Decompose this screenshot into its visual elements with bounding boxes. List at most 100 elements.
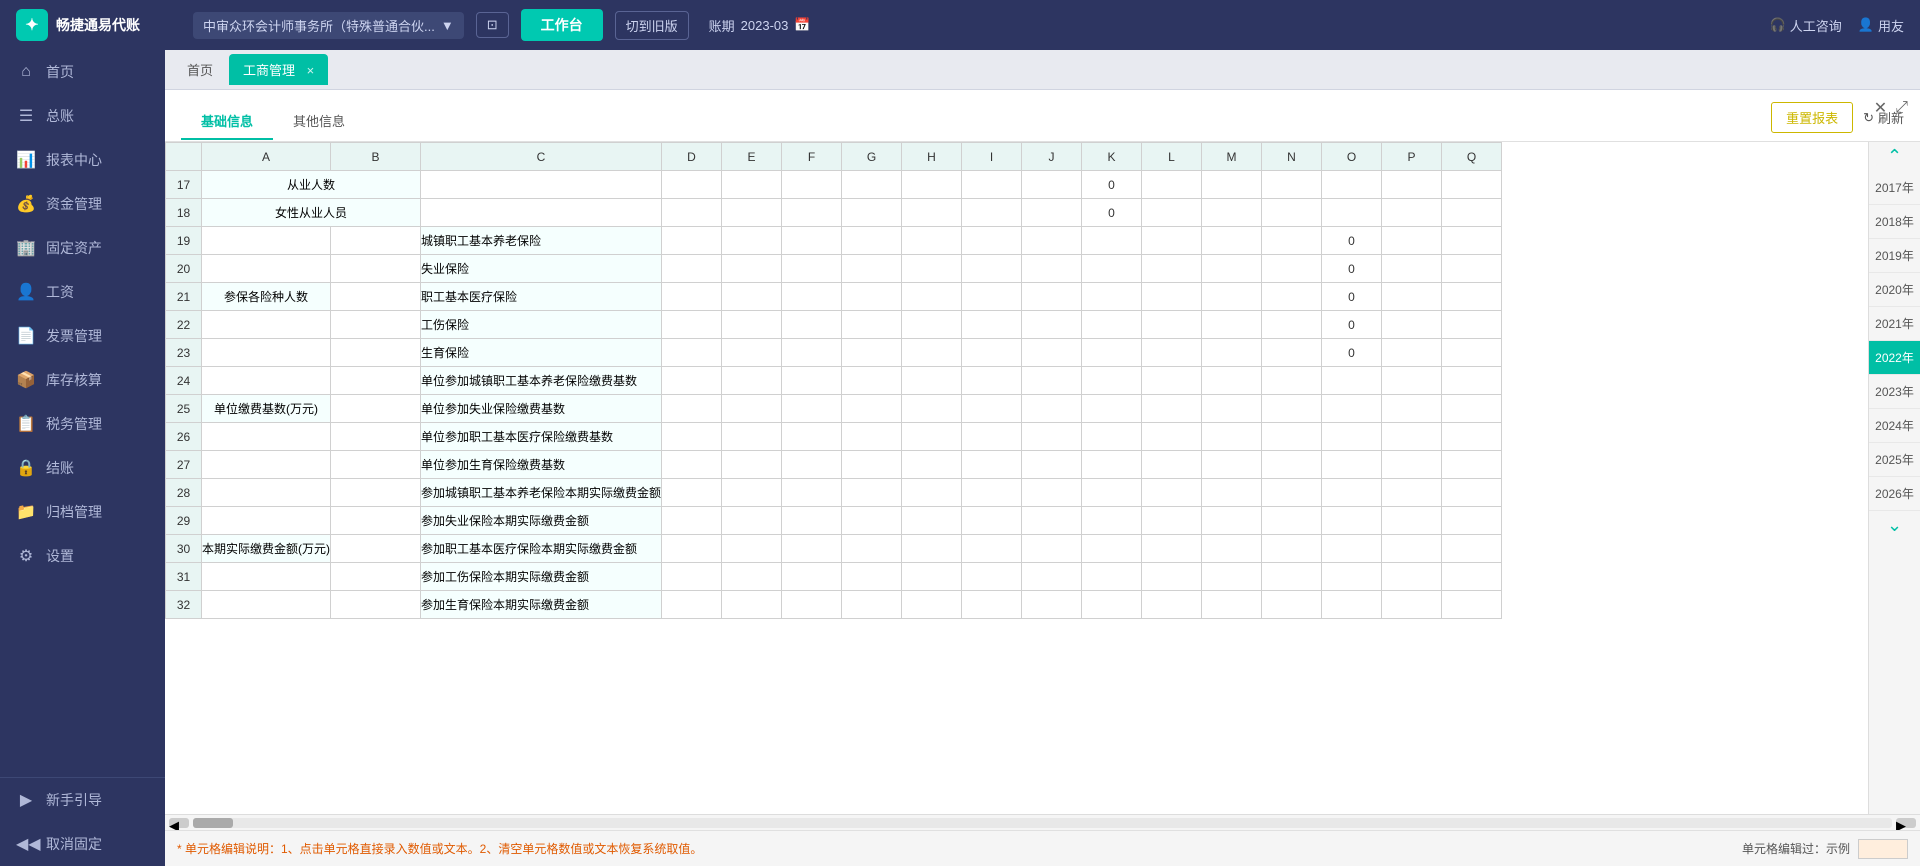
cell-29-d[interactable] — [662, 507, 722, 535]
col-header-a[interactable]: A — [202, 143, 331, 171]
cell-19-l[interactable] — [1142, 227, 1202, 255]
cell-25-d[interactable] — [662, 395, 722, 423]
year-item-2019[interactable]: 2019年 — [1869, 239, 1920, 273]
col-header-f[interactable]: F — [782, 143, 842, 171]
cell-32-p[interactable] — [1382, 591, 1442, 619]
cell-26-k[interactable] — [1082, 423, 1142, 451]
cell-25-f[interactable] — [782, 395, 842, 423]
cell-20-g[interactable] — [842, 255, 902, 283]
cell-18-o[interactable] — [1322, 199, 1382, 227]
scroll-thumb[interactable] — [193, 818, 233, 828]
cell-24-b[interactable] — [331, 367, 421, 395]
cell-22-m[interactable] — [1202, 311, 1262, 339]
cell-17-a[interactable]: 从业人数 — [202, 171, 421, 199]
cell-21-o[interactable]: 0 — [1322, 283, 1382, 311]
cell-27-i[interactable] — [962, 451, 1022, 479]
year-item-2018[interactable]: 2018年 — [1869, 205, 1920, 239]
cell-19-i[interactable] — [962, 227, 1022, 255]
scroll-left-arrow[interactable]: ◀ — [169, 818, 189, 828]
cell-23-i[interactable] — [962, 339, 1022, 367]
cell-31-m[interactable] — [1202, 563, 1262, 591]
cell-26-d[interactable] — [662, 423, 722, 451]
sub-tab-other[interactable]: 其他信息 — [273, 103, 365, 140]
cell-22-k[interactable] — [1082, 311, 1142, 339]
cell-30-p[interactable] — [1382, 535, 1442, 563]
cell-31-g[interactable] — [842, 563, 902, 591]
cell-17-n[interactable] — [1262, 171, 1322, 199]
cell-23-m[interactable] — [1202, 339, 1262, 367]
cell-17-f[interactable] — [782, 171, 842, 199]
cell-20-d[interactable] — [662, 255, 722, 283]
cell-19-h[interactable] — [902, 227, 962, 255]
cell-24-p[interactable] — [1382, 367, 1442, 395]
cell-28-m[interactable] — [1202, 479, 1262, 507]
cell-25-n[interactable] — [1262, 395, 1322, 423]
col-header-j[interactable]: J — [1022, 143, 1082, 171]
year-item-2020[interactable]: 2020年 — [1869, 273, 1920, 307]
cell-22-g[interactable] — [842, 311, 902, 339]
tab-home[interactable]: 首页 — [173, 54, 227, 85]
sidebar-item-unfix[interactable]: ◀◀ 取消固定 — [0, 822, 165, 866]
cell-31-a[interactable] — [202, 563, 331, 591]
scroll-right-arrow[interactable]: ▶ — [1896, 818, 1916, 828]
cell-17-m[interactable] — [1202, 171, 1262, 199]
year-item-2026[interactable]: 2026年 — [1869, 477, 1920, 511]
sidebar-item-settings[interactable]: ⚙ 设置 — [0, 534, 165, 578]
cell-17-i[interactable] — [962, 171, 1022, 199]
cell-25-p[interactable] — [1382, 395, 1442, 423]
cell-31-l[interactable] — [1142, 563, 1202, 591]
cell-20-a[interactable] — [202, 255, 331, 283]
col-header-o[interactable]: O — [1322, 143, 1382, 171]
cell-32-k[interactable] — [1082, 591, 1142, 619]
cell-23-k[interactable] — [1082, 339, 1142, 367]
cell-24-o[interactable] — [1322, 367, 1382, 395]
cell-32-j[interactable] — [1022, 591, 1082, 619]
scroll-track[interactable] — [193, 818, 1892, 828]
cell-30-h[interactable] — [902, 535, 962, 563]
cell-29-i[interactable] — [962, 507, 1022, 535]
cell-20-o[interactable]: 0 — [1322, 255, 1382, 283]
cell-29-p[interactable] — [1382, 507, 1442, 535]
cell-23-e[interactable] — [722, 339, 782, 367]
cell-18-i[interactable] — [962, 199, 1022, 227]
cell-24-g[interactable] — [842, 367, 902, 395]
cell-32-l[interactable] — [1142, 591, 1202, 619]
cell-28-e[interactable] — [722, 479, 782, 507]
cell-19-o[interactable]: 0 — [1322, 227, 1382, 255]
cell-26-b[interactable] — [331, 423, 421, 451]
cell-22-o[interactable]: 0 — [1322, 311, 1382, 339]
switch-old-button[interactable]: 切到旧版 — [615, 11, 689, 40]
cell-24-n[interactable] — [1262, 367, 1322, 395]
cell-19-g[interactable] — [842, 227, 902, 255]
cell-28-h[interactable] — [902, 479, 962, 507]
cell-32-a[interactable] — [202, 591, 331, 619]
calendar-icon[interactable]: 📅 — [794, 17, 810, 33]
cell-24-k[interactable] — [1082, 367, 1142, 395]
cell-27-d[interactable] — [662, 451, 722, 479]
consult-item[interactable]: 🎧 人工咨询 — [1770, 16, 1842, 35]
cell-23-h[interactable] — [902, 339, 962, 367]
cell-30-b[interactable] — [331, 535, 421, 563]
cell-23-b[interactable] — [331, 339, 421, 367]
cell-23-d[interactable] — [662, 339, 722, 367]
sidebar-item-asset[interactable]: 🏢 固定资产 — [0, 226, 165, 270]
cell-27-k[interactable] — [1082, 451, 1142, 479]
year-nav-up-button[interactable]: ⌃ — [1869, 142, 1920, 171]
tab-close-icon[interactable]: × — [307, 63, 315, 78]
cell-18-c[interactable] — [421, 199, 662, 227]
cell-20-k[interactable] — [1082, 255, 1142, 283]
cell-32-b[interactable] — [331, 591, 421, 619]
cell-21-a[interactable]: 参保各险种人数 — [202, 283, 331, 311]
cell-23-o[interactable]: 0 — [1322, 339, 1382, 367]
cell-25-c[interactable]: 单位参加失业保险缴费基数 — [421, 395, 662, 423]
sidebar-item-guide[interactable]: ▶ 新手引导 — [0, 778, 165, 822]
cell-18-p[interactable] — [1382, 199, 1442, 227]
cell-32-m[interactable] — [1202, 591, 1262, 619]
cell-30-a[interactable]: 本期实际缴费金额(万元) — [202, 535, 331, 563]
cell-27-m[interactable] — [1202, 451, 1262, 479]
cell-31-n[interactable] — [1262, 563, 1322, 591]
cell-32-g[interactable] — [842, 591, 902, 619]
col-header-q[interactable]: Q — [1442, 143, 1502, 171]
cell-32-c[interactable]: 参加生育保险本期实际缴费金额 — [421, 591, 662, 619]
col-header-m[interactable]: M — [1202, 143, 1262, 171]
